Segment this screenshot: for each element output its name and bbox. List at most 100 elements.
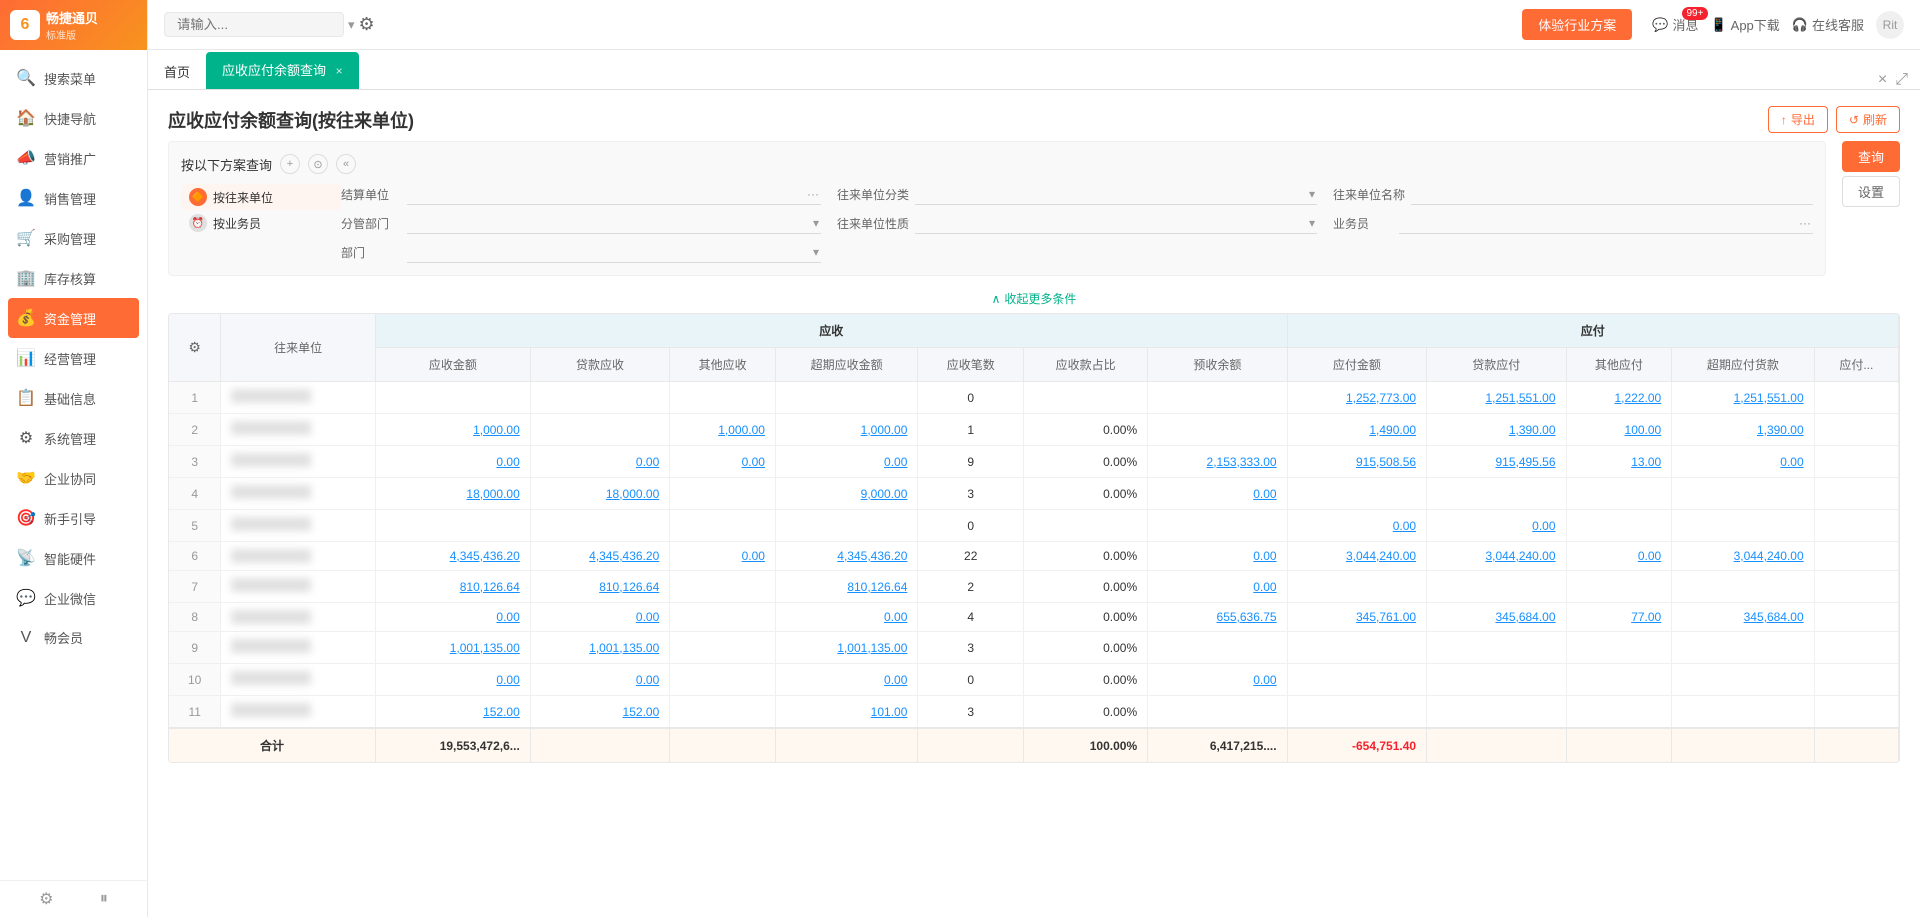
receivable-amount-2[interactable]: 0.00: [376, 446, 531, 478]
overdue-receivable-6[interactable]: 810,126.64: [775, 571, 917, 603]
dept-chevron[interactable]: ▾: [813, 216, 819, 230]
tab-close-icon[interactable]: ×: [336, 64, 343, 78]
user-avatar[interactable]: Rit: [1876, 11, 1904, 39]
loan-receivable-3[interactable]: 18,000.00: [530, 478, 669, 510]
tab-home[interactable]: 首页: [148, 54, 206, 89]
partner-category-input[interactable]: [917, 187, 1305, 201]
filter-collapse-icon[interactable]: «: [336, 154, 356, 174]
loan-receivable-2[interactable]: 0.00: [530, 446, 669, 478]
payable-amount-1[interactable]: 1,490.00: [1287, 414, 1426, 446]
receivable-amount-7[interactable]: 0.00: [376, 603, 531, 632]
partner-name-input[interactable]: [1413, 187, 1811, 201]
advance-balance-2[interactable]: 2,153,333.00: [1148, 446, 1287, 478]
other-payable-1[interactable]: 100.00: [1566, 414, 1672, 446]
overdue-receivable-7[interactable]: 0.00: [775, 603, 917, 632]
sidebar-item-enterprise[interactable]: 🤝企业协同: [0, 458, 147, 498]
nature-chevron[interactable]: ▾: [1309, 216, 1315, 230]
dept-manager-input[interactable]: [409, 216, 809, 230]
industry-btn[interactable]: 体验行业方案: [1522, 9, 1632, 40]
loan-payable-2[interactable]: 915,495.56: [1427, 446, 1566, 478]
loan-payable-0[interactable]: 1,251,551.00: [1427, 382, 1566, 414]
overdue-payable-1[interactable]: 1,390.00: [1672, 414, 1814, 446]
other-receivable-1[interactable]: 1,000.00: [670, 414, 776, 446]
other-payable-5[interactable]: 0.00: [1566, 542, 1672, 571]
sidebar-item-hardware[interactable]: 📡智能硬件: [0, 538, 147, 578]
overdue-receivable-10[interactable]: 101.00: [775, 696, 917, 729]
sidebar-item-finance[interactable]: 💰资金管理: [8, 298, 139, 338]
salesperson-input[interactable]: [1401, 216, 1795, 230]
overdue-payable-5[interactable]: 3,044,240.00: [1672, 542, 1814, 571]
receivable-amount-8[interactable]: 1,001,135.00: [376, 632, 531, 664]
other-payable-7[interactable]: 77.00: [1566, 603, 1672, 632]
loan-receivable-8[interactable]: 1,001,135.00: [530, 632, 669, 664]
message-area[interactable]: 💬 消息 99+: [1652, 15, 1698, 34]
overdue-payable-2[interactable]: 0.00: [1672, 446, 1814, 478]
department-input[interactable]: [409, 245, 809, 259]
partner-nature-input[interactable]: [917, 216, 1305, 230]
loan-receivable-9[interactable]: 0.00: [530, 664, 669, 696]
receivable-amount-5[interactable]: 4,345,436.20: [376, 542, 531, 571]
settings-gear-icon[interactable]: ⚙: [359, 14, 375, 35]
salesperson-dots[interactable]: ···: [1799, 216, 1811, 230]
other-payable-0[interactable]: 1,222.00: [1566, 382, 1672, 414]
other-receivable-5[interactable]: 0.00: [670, 542, 776, 571]
sidebar-item-quick-nav[interactable]: 🏠快捷导航: [0, 98, 147, 138]
receivable-amount-1[interactable]: 1,000.00: [376, 414, 531, 446]
loan-receivable-6[interactable]: 810,126.64: [530, 571, 669, 603]
payable-amount-7[interactable]: 345,761.00: [1287, 603, 1426, 632]
overdue-receivable-9[interactable]: 0.00: [775, 664, 917, 696]
advance-balance-9[interactable]: 0.00: [1148, 664, 1287, 696]
payable-amount-5[interactable]: 3,044,240.00: [1287, 542, 1426, 571]
sidebar-item-member[interactable]: V畅会员: [0, 618, 147, 657]
overdue-payable-7[interactable]: 345,684.00: [1672, 603, 1814, 632]
sidebar-item-purchase[interactable]: 🛒采购管理: [0, 218, 147, 258]
advance-balance-5[interactable]: 0.00: [1148, 542, 1287, 571]
advance-balance-3[interactable]: 0.00: [1148, 478, 1287, 510]
settlement-unit-dots[interactable]: ···: [807, 187, 819, 201]
sidebar-item-guide[interactable]: 🎯新手引导: [0, 498, 147, 538]
overdue-receivable-3[interactable]: 9,000.00: [775, 478, 917, 510]
window-expand-icon[interactable]: ⤢: [1895, 71, 1908, 89]
other-receivable-2[interactable]: 0.00: [670, 446, 776, 478]
loan-payable-7[interactable]: 345,684.00: [1427, 603, 1566, 632]
overdue-payable-0[interactable]: 1,251,551.00: [1672, 382, 1814, 414]
loan-payable-5[interactable]: 3,044,240.00: [1427, 542, 1566, 571]
query-btn[interactable]: 查询: [1842, 141, 1900, 172]
online-support[interactable]: 🎧 在线客服: [1792, 15, 1864, 34]
overdue-receivable-5[interactable]: 4,345,436.20: [775, 542, 917, 571]
sidebar-item-search-menu[interactable]: 🔍搜索菜单: [0, 58, 147, 98]
loan-receivable-7[interactable]: 0.00: [530, 603, 669, 632]
other-payable-2[interactable]: 13.00: [1566, 446, 1672, 478]
settlement-unit-input[interactable]: [409, 187, 803, 201]
advance-balance-6[interactable]: 0.00: [1148, 571, 1287, 603]
partner-category-chevron[interactable]: ▾: [1309, 187, 1315, 201]
overdue-receivable-1[interactable]: 1,000.00: [775, 414, 917, 446]
payable-amount-4[interactable]: 0.00: [1287, 510, 1426, 542]
receivable-amount-6[interactable]: 810,126.64: [376, 571, 531, 603]
filter-option-partner[interactable]: 🔶 按往来单位: [181, 184, 341, 210]
payable-amount-2[interactable]: 915,508.56: [1287, 446, 1426, 478]
sidebar-item-marketing[interactable]: 📣营销推广: [0, 138, 147, 178]
tab-receivable-query[interactable]: 应收应付余额查询 ×: [206, 52, 359, 89]
sidebar-item-system[interactable]: ⚙系统管理: [0, 418, 147, 458]
col-settings[interactable]: ⚙: [169, 314, 221, 382]
loan-payable-4[interactable]: 0.00: [1427, 510, 1566, 542]
search-input[interactable]: [164, 12, 344, 37]
advance-balance-7[interactable]: 655,636.75: [1148, 603, 1287, 632]
payable-amount-0[interactable]: 1,252,773.00: [1287, 382, 1426, 414]
dept-field-chevron[interactable]: ▾: [813, 245, 819, 259]
window-close-icon[interactable]: ×: [1878, 71, 1887, 89]
settings-icon[interactable]: ⚙: [39, 889, 53, 909]
sidebar-item-basic-info[interactable]: 📋基础信息: [0, 378, 147, 418]
filter-settings-icon[interactable]: ⊙: [308, 154, 328, 174]
sidebar-item-inventory[interactable]: 🏢库存核算: [0, 258, 147, 298]
sidebar-item-operations[interactable]: 📊经营管理: [0, 338, 147, 378]
receivable-amount-9[interactable]: 0.00: [376, 664, 531, 696]
sidebar-item-sales[interactable]: 👤销售管理: [0, 178, 147, 218]
sidebar-item-wechat[interactable]: 💬企业微信: [0, 578, 147, 618]
overdue-receivable-8[interactable]: 1,001,135.00: [775, 632, 917, 664]
filter-add-icon[interactable]: +: [280, 154, 300, 174]
receivable-amount-10[interactable]: 152.00: [376, 696, 531, 729]
collapse-icon[interactable]: ⏸: [100, 890, 108, 908]
loan-receivable-10[interactable]: 152.00: [530, 696, 669, 729]
